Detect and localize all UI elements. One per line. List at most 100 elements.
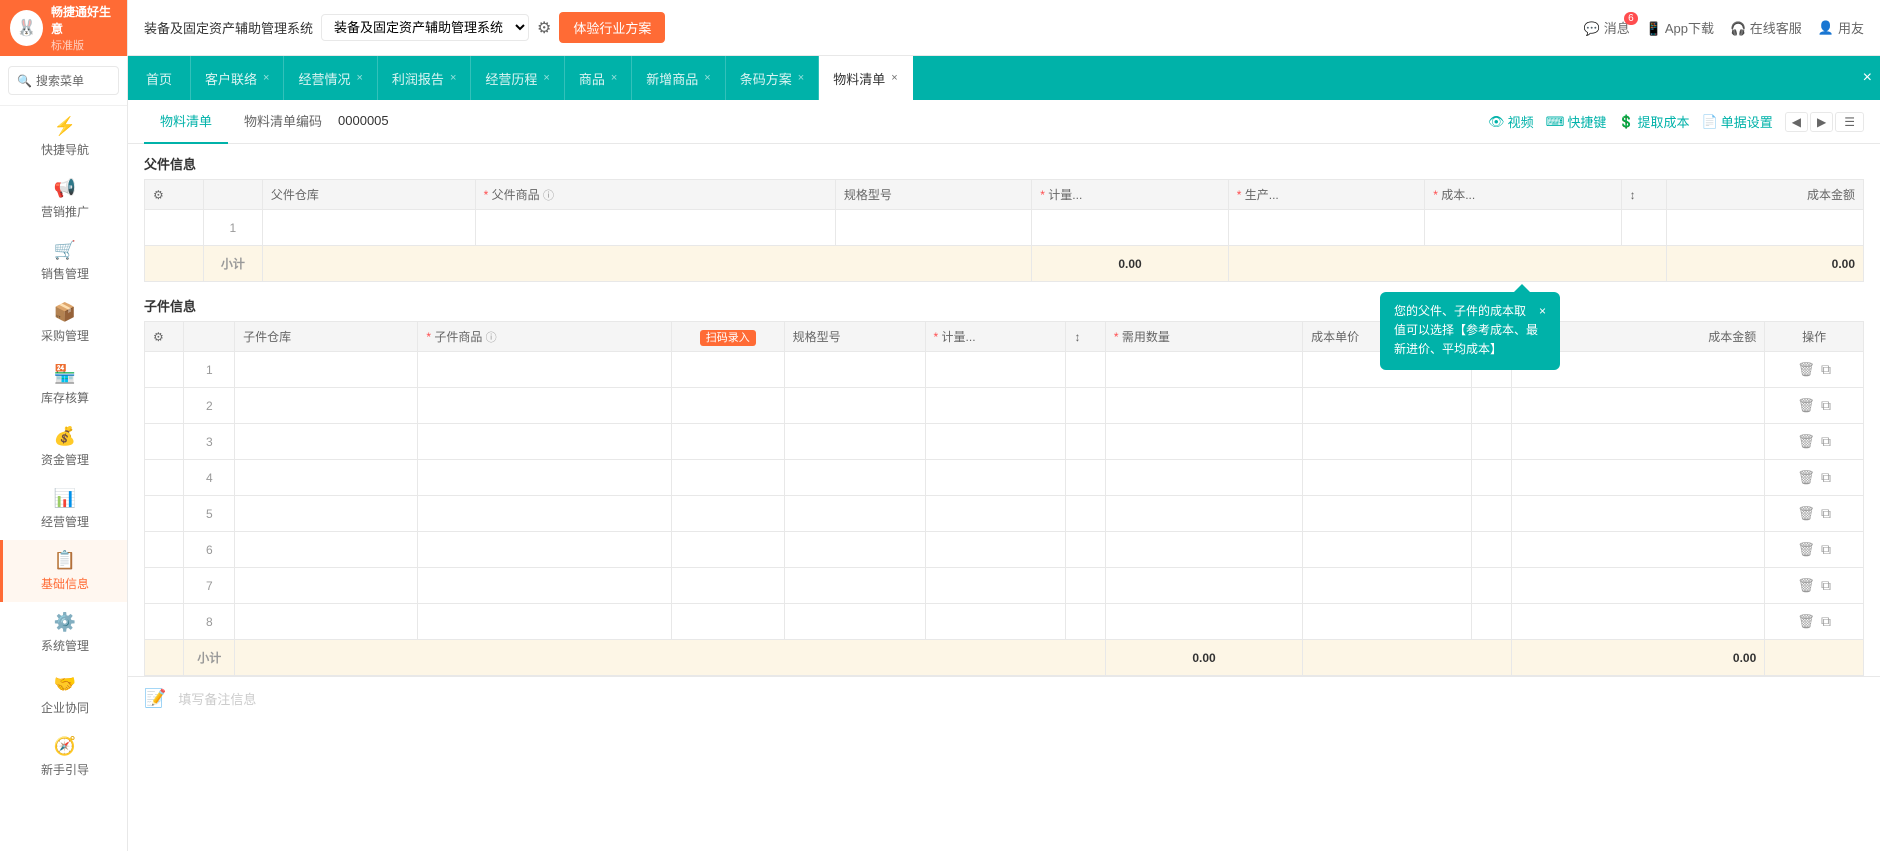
child-row8-warehouse[interactable] — [235, 604, 418, 640]
child-row6-unit[interactable] — [925, 532, 1066, 568]
tab-close-barcode[interactable]: × — [798, 72, 804, 84]
sub-tab-bom-list[interactable]: 物料清单 — [144, 100, 228, 144]
tab-customer[interactable]: 客户联络 × — [191, 56, 284, 100]
search-menu-button[interactable]: 🔍 搜索菜单 — [8, 66, 119, 95]
child-row7-spec[interactable] — [784, 568, 925, 604]
child-row3-copy-icon[interactable]: ⧉ — [1821, 433, 1831, 450]
child-row8-quantity[interactable] — [1105, 604, 1302, 640]
child-col-settings[interactable]: ⚙ — [145, 322, 184, 352]
tab-profit-report[interactable]: 利润报告 × — [378, 56, 471, 100]
settings-gear-icon[interactable]: ⚙ — [537, 18, 551, 38]
child-row5-warehouse[interactable] — [235, 496, 418, 532]
child-row5-unit[interactable] — [925, 496, 1066, 532]
child-row2-unit-cost[interactable] — [1303, 388, 1472, 424]
child-row1-product[interactable] — [418, 352, 672, 388]
tab-close-profit-report[interactable]: × — [450, 72, 456, 84]
child-row6-product[interactable] — [418, 532, 672, 568]
tab-new-products[interactable]: 新增商品 × — [632, 56, 725, 100]
child-row1-quantity[interactable] — [1105, 352, 1302, 388]
child-row8-copy-icon[interactable]: ⧉ — [1821, 613, 1831, 630]
sidebar-item-operations[interactable]: 📊 经营管理 — [0, 478, 127, 540]
child-row2-spec[interactable] — [784, 388, 925, 424]
child-row5-unit-cost[interactable] — [1303, 496, 1472, 532]
child-row3-delete-icon[interactable]: 🗑 — [1797, 433, 1815, 450]
app-download-button[interactable]: 📱 App下载 — [1646, 18, 1714, 37]
sidebar-item-quick-nav[interactable]: ⚡ 快捷导航 — [0, 106, 127, 168]
parent-col-settings[interactable]: ⚙ — [145, 180, 204, 210]
shortcut-action[interactable]: ⌨ 快捷键 — [1546, 112, 1607, 131]
child-row3-unit-cost[interactable] — [1303, 424, 1472, 460]
tab-close-operations-history[interactable]: × — [543, 72, 549, 84]
child-row7-quantity[interactable] — [1105, 568, 1302, 604]
tab-products[interactable]: 商品 × — [565, 56, 632, 100]
sidebar-item-inventory[interactable]: 🏪 库存核算 — [0, 354, 127, 416]
child-row8-spec[interactable] — [784, 604, 925, 640]
tab-bar-close-icon[interactable]: × — [1863, 69, 1872, 87]
child-row2-delete-icon[interactable]: 🗑 — [1797, 397, 1815, 414]
child-row4-unit-cost[interactable] — [1303, 460, 1472, 496]
trial-button[interactable]: 体验行业方案 — [559, 12, 665, 43]
child-row4-delete-icon[interactable]: 🗑 — [1797, 469, 1815, 486]
sidebar-item-system[interactable]: ⚙️ 系统管理 — [0, 602, 127, 664]
parent-row1-warehouse[interactable] — [262, 210, 475, 246]
child-row1-copy-icon[interactable]: ⧉ — [1821, 361, 1831, 378]
sidebar-item-finance[interactable]: 💰 资金管理 — [0, 416, 127, 478]
child-row5-copy-icon[interactable]: ⧉ — [1821, 505, 1831, 522]
tab-close-new-products[interactable]: × — [704, 72, 710, 84]
child-row6-unit-cost[interactable] — [1303, 532, 1472, 568]
child-row8-product[interactable] — [418, 604, 672, 640]
child-row7-warehouse[interactable] — [235, 568, 418, 604]
child-row5-spec[interactable] — [784, 496, 925, 532]
child-row4-unit[interactable] — [925, 460, 1066, 496]
tab-barcode[interactable]: 条码方案 × — [726, 56, 819, 100]
child-row2-warehouse[interactable] — [235, 388, 418, 424]
child-col-scan[interactable]: 扫码录入 — [671, 322, 784, 352]
view-action[interactable]: 👁 视频 — [1488, 112, 1534, 131]
user-menu[interactable]: 👤 用友 — [1818, 18, 1864, 37]
tab-bom[interactable]: 物料清单 × — [819, 56, 912, 100]
child-row1-delete-icon[interactable]: 🗑 — [1797, 361, 1815, 378]
child-row3-unit[interactable] — [925, 424, 1066, 460]
tab-close-products[interactable]: × — [611, 72, 617, 84]
child-row6-spec[interactable] — [784, 532, 925, 568]
child-row6-copy-icon[interactable]: ⧉ — [1821, 541, 1831, 558]
child-row2-quantity[interactable] — [1105, 388, 1302, 424]
sidebar-item-purchase[interactable]: 📦 采购管理 — [0, 292, 127, 354]
child-row7-copy-icon[interactable]: ⧉ — [1821, 577, 1831, 594]
parent-row1-produce[interactable] — [1228, 210, 1424, 246]
tab-close-customer[interactable]: × — [263, 72, 269, 84]
online-service-button[interactable]: 🎧 在线客服 — [1730, 18, 1802, 37]
message-button[interactable]: 💬 消息 6 — [1584, 18, 1630, 37]
child-row7-delete-icon[interactable]: 🗑 — [1797, 577, 1815, 594]
parent-row1-unit[interactable] — [1032, 210, 1228, 246]
child-row6-quantity[interactable] — [1105, 532, 1302, 568]
sidebar-item-basic-info[interactable]: 📋 基础信息 — [0, 540, 127, 602]
child-row5-delete-icon[interactable]: 🗑 — [1797, 505, 1815, 522]
child-row3-product[interactable] — [418, 424, 672, 460]
child-row3-warehouse[interactable] — [235, 424, 418, 460]
cost-action[interactable]: 💲 提取成本 — [1618, 112, 1689, 131]
parent-row1-cost[interactable] — [1425, 210, 1621, 246]
child-row4-product[interactable] — [418, 460, 672, 496]
tab-operations-status[interactable]: 经营情况 × — [284, 56, 377, 100]
child-row3-spec[interactable] — [784, 424, 925, 460]
child-row4-quantity[interactable] — [1105, 460, 1302, 496]
child-row7-unit[interactable] — [925, 568, 1066, 604]
child-row7-product[interactable] — [418, 568, 672, 604]
system-selector[interactable]: 装备及固定资产辅助管理系统 — [321, 14, 529, 41]
sidebar-item-enterprise[interactable]: 🤝 企业协同 — [0, 664, 127, 726]
settings-action[interactable]: 📄 单据设置 — [1702, 112, 1773, 131]
sidebar-item-marketing[interactable]: 📢 营销推广 — [0, 168, 127, 230]
child-row1-spec[interactable] — [784, 352, 925, 388]
child-row4-copy-icon[interactable]: ⧉ — [1821, 469, 1831, 486]
sub-tab-bom-code[interactable]: 物料清单编码 0000005 — [228, 100, 405, 144]
child-row2-unit[interactable] — [925, 388, 1066, 424]
child-row2-product[interactable] — [418, 388, 672, 424]
child-row8-unit-cost[interactable] — [1303, 604, 1472, 640]
sidebar-item-sales[interactable]: 🛒 销售管理 — [0, 230, 127, 292]
child-row4-spec[interactable] — [784, 460, 925, 496]
child-row6-delete-icon[interactable]: 🗑 — [1797, 541, 1815, 558]
child-row8-unit[interactable] — [925, 604, 1066, 640]
tab-close-operations-status[interactable]: × — [356, 72, 362, 84]
tooltip-close-button[interactable]: × — [1539, 302, 1546, 321]
